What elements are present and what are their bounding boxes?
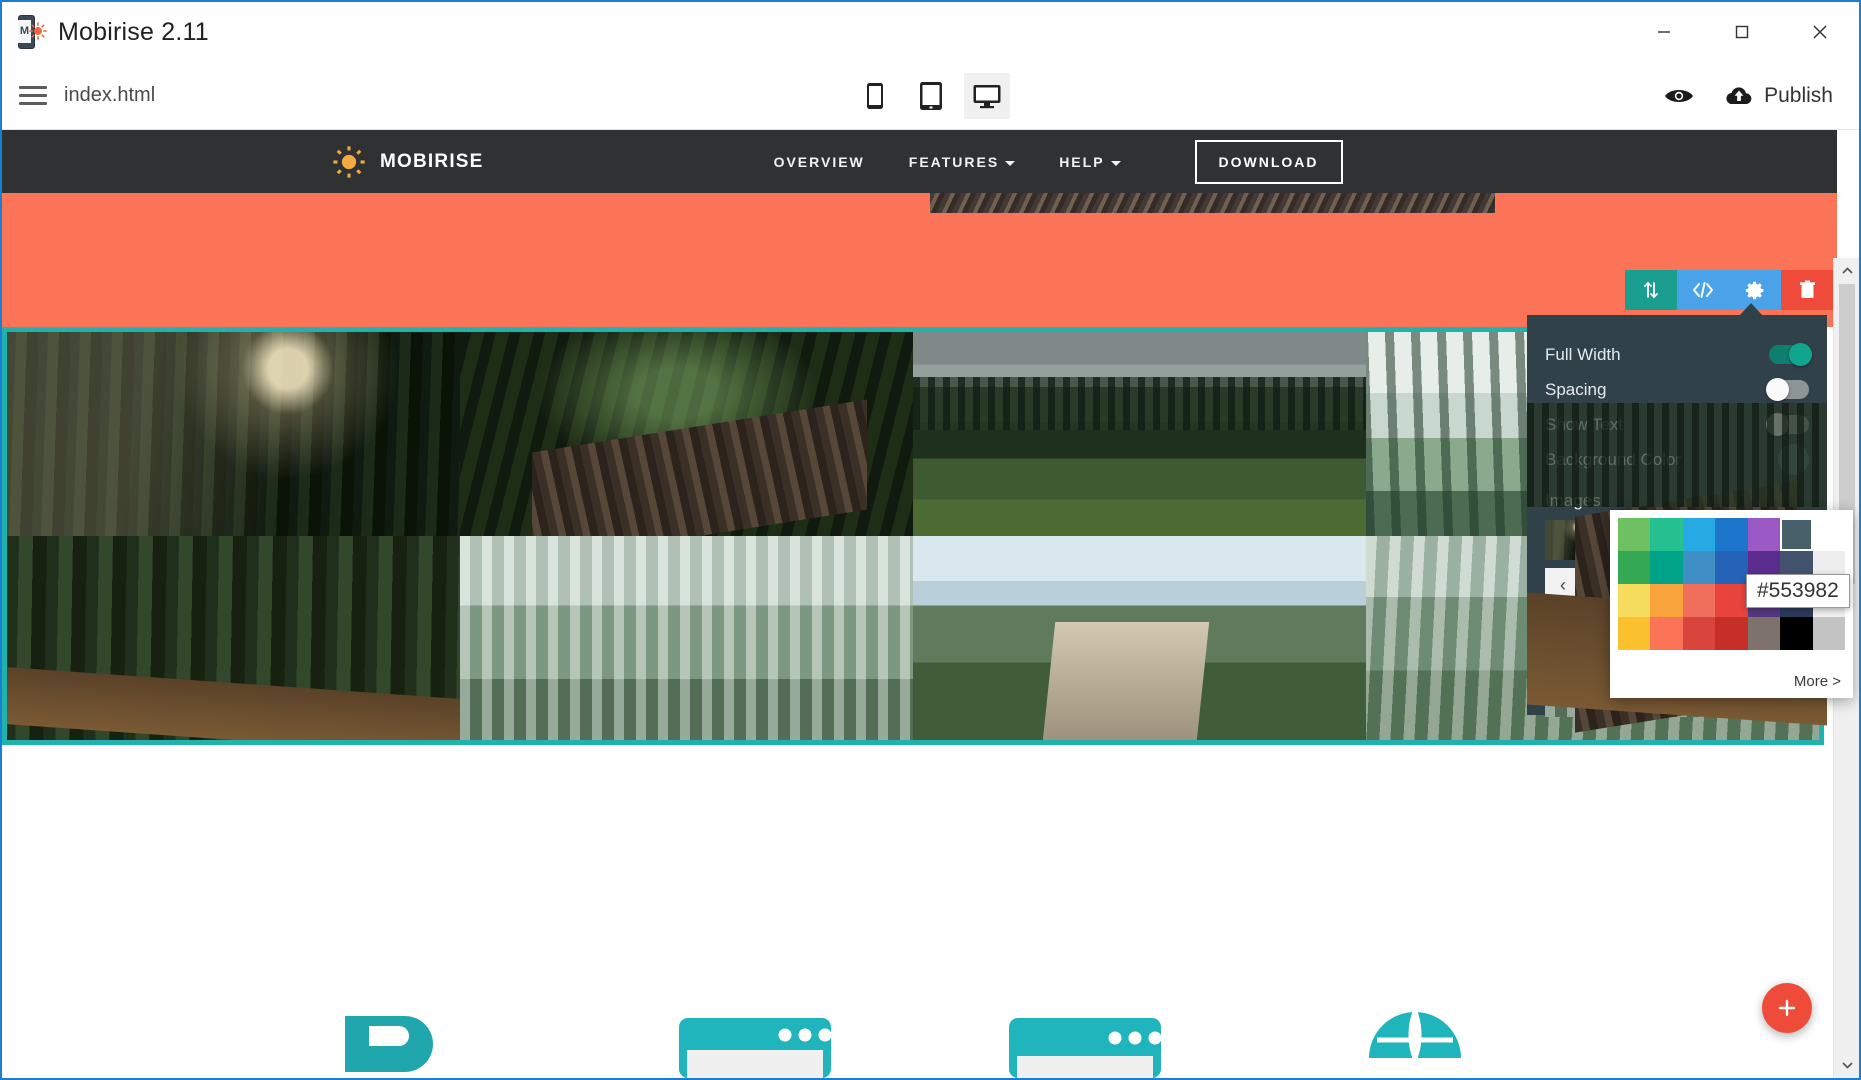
color-swatch-ffffff[interactable] <box>1812 518 1845 551</box>
nav-link-label: FEATURES <box>908 153 1000 170</box>
gallery-image-mountain-valley-road[interactable] <box>913 536 1366 740</box>
color-swatch-fb7458[interactable] <box>1650 617 1683 650</box>
site-nav-links: OVERVIEW FEATURES HELP DOWNLOAD <box>774 139 1343 184</box>
toolbar-right-tools: Publish <box>1664 84 1833 108</box>
add-block-button[interactable] <box>1762 983 1812 1033</box>
mobile-icon <box>866 82 883 109</box>
nav-link-overview[interactable]: OVERVIEW <box>774 154 865 170</box>
nav-link-help[interactable]: HELP <box>1059 153 1121 170</box>
color-swatch-e8443c[interactable] <box>1715 584 1748 617</box>
feature-icon-row <box>2 998 1837 1078</box>
color-swatch-9b59c6[interactable] <box>1747 518 1781 551</box>
section-image-strip <box>930 193 1495 213</box>
block-code-button[interactable] <box>1677 270 1729 310</box>
eye-icon <box>1665 89 1694 102</box>
block-move-button[interactable] <box>1625 270 1677 310</box>
preview-button[interactable] <box>1664 86 1694 106</box>
color-more-link[interactable]: More > <box>1794 673 1841 690</box>
color-swatch-000000[interactable] <box>1780 617 1813 650</box>
gallery-image-forest-sunbeam[interactable] <box>7 332 460 536</box>
sun-icon <box>29 22 47 40</box>
app-logo-icon: M <box>16 15 47 49</box>
desktop-icon <box>973 84 1000 108</box>
feature-icon-globe <box>1315 998 1515 1078</box>
tablet-icon <box>919 81 942 110</box>
full-width-toggle[interactable] <box>1769 343 1812 366</box>
color-swatch-c4c4c4[interactable] <box>1812 617 1845 650</box>
color-swatch-3f8fc4[interactable] <box>1682 551 1716 584</box>
color-swatch-c62f28[interactable] <box>1715 617 1748 650</box>
feature-icon-browser-window-2 <box>985 998 1185 1078</box>
site-navbar: MOBIRISE OVERVIEW FEATURES HELP DOWNLOAD <box>2 130 1837 193</box>
cloud-upload-icon <box>1726 86 1752 104</box>
nav-link-label: OVERVIEW <box>773 153 865 170</box>
window-controls <box>1625 2 1859 62</box>
device-tablet-button[interactable] <box>908 73 954 119</box>
publish-button[interactable]: Publish <box>1724 84 1833 108</box>
sun-icon <box>333 145 365 178</box>
features-section <box>2 750 1837 1078</box>
color-swatch-1d76cb[interactable] <box>1715 518 1748 551</box>
plus-icon <box>1778 999 1796 1017</box>
color-swatch-47606a[interactable] <box>1780 518 1813 551</box>
app-title: Mobirise 2.11 <box>58 17 209 46</box>
color-swatch-6fbf63[interactable] <box>1618 518 1651 551</box>
current-file-label: index.html <box>64 84 156 106</box>
coral-section[interactable] <box>2 185 1837 327</box>
setting-label: Spacing <box>1545 379 1607 399</box>
color-swatch-27a9e3[interactable] <box>1682 518 1716 551</box>
block-delete-button[interactable] <box>1781 270 1833 310</box>
app-toolbar: index.html Publish <box>2 62 1859 130</box>
device-desktop-button[interactable] <box>963 72 1010 119</box>
gallery-image-forest-trail[interactable] <box>7 536 460 740</box>
site-canvas: MOBIRISE OVERVIEW FEATURES HELP DOWNLOAD <box>2 130 1859 1078</box>
close-button[interactable] <box>1781 2 1859 62</box>
color-swatch-d9453c[interactable] <box>1682 617 1716 650</box>
device-preview-group <box>852 72 1010 119</box>
hamburger-menu-icon[interactable] <box>16 79 50 113</box>
color-hex-tooltip: #553982 <box>1746 574 1850 608</box>
trash-icon <box>1799 280 1815 298</box>
color-swatch-25c190[interactable] <box>1650 518 1683 551</box>
setting-spacing: Spacing <box>1545 372 1809 407</box>
settings-panel-arrow <box>1739 303 1763 316</box>
nav-download-button[interactable]: DOWNLOAD <box>1194 139 1343 184</box>
move-updown-icon <box>1644 281 1658 299</box>
gear-icon <box>1745 281 1763 299</box>
nav-link-features[interactable]: FEATURES <box>908 153 1016 170</box>
color-swatch-00a388[interactable] <box>1650 551 1683 584</box>
chevron-down-icon <box>1110 160 1121 166</box>
title-bar: M Mobirise 2.11 <box>2 2 1859 62</box>
setting-label: Full Width <box>1545 344 1621 364</box>
chevron-down-icon <box>1005 160 1016 166</box>
color-swatch-f9a33c[interactable] <box>1650 584 1683 617</box>
block-action-toolbar <box>1625 270 1833 310</box>
gallery-image-forest-bridge-path[interactable] <box>460 332 913 536</box>
scroll-up-button[interactable] <box>1834 258 1859 284</box>
setting-full-width: Full Width <box>1545 337 1812 372</box>
spacing-toggle[interactable] <box>1766 378 1809 401</box>
color-swatch-f7dd5e[interactable] <box>1618 584 1651 617</box>
color-swatch-7d736c[interactable] <box>1747 617 1781 650</box>
site-brand[interactable]: MOBIRISE <box>332 145 484 179</box>
code-brackets-icon <box>1693 282 1713 298</box>
publish-label: Publish <box>1764 83 1833 107</box>
gallery-image-misty-birch-forest[interactable] <box>460 536 913 740</box>
color-swatch-ef6f5c[interactable] <box>1682 584 1716 617</box>
gallery-image-misty-mountain-forest[interactable] <box>913 332 1366 536</box>
feature-icon-browser-window <box>655 998 855 1078</box>
nav-link-label: HELP <box>1059 153 1105 170</box>
color-swatch-fbc02d[interactable] <box>1618 617 1651 650</box>
site-brand-name: MOBIRISE <box>380 150 484 172</box>
section-image-strip-top <box>930 185 1495 193</box>
scroll-down-button[interactable] <box>1834 1052 1859 1078</box>
maximize-button[interactable] <box>1703 2 1781 62</box>
device-mobile-button[interactable] <box>852 73 898 119</box>
color-swatch-2563b8[interactable] <box>1715 551 1748 584</box>
feature-icon-drag-drop <box>325 998 525 1078</box>
color-swatch-34a853[interactable] <box>1618 551 1651 584</box>
minimize-button[interactable] <box>1625 2 1703 62</box>
mobirise-window: M Mobirise 2.11 index.html Publish MOBIR… <box>0 0 1861 1080</box>
